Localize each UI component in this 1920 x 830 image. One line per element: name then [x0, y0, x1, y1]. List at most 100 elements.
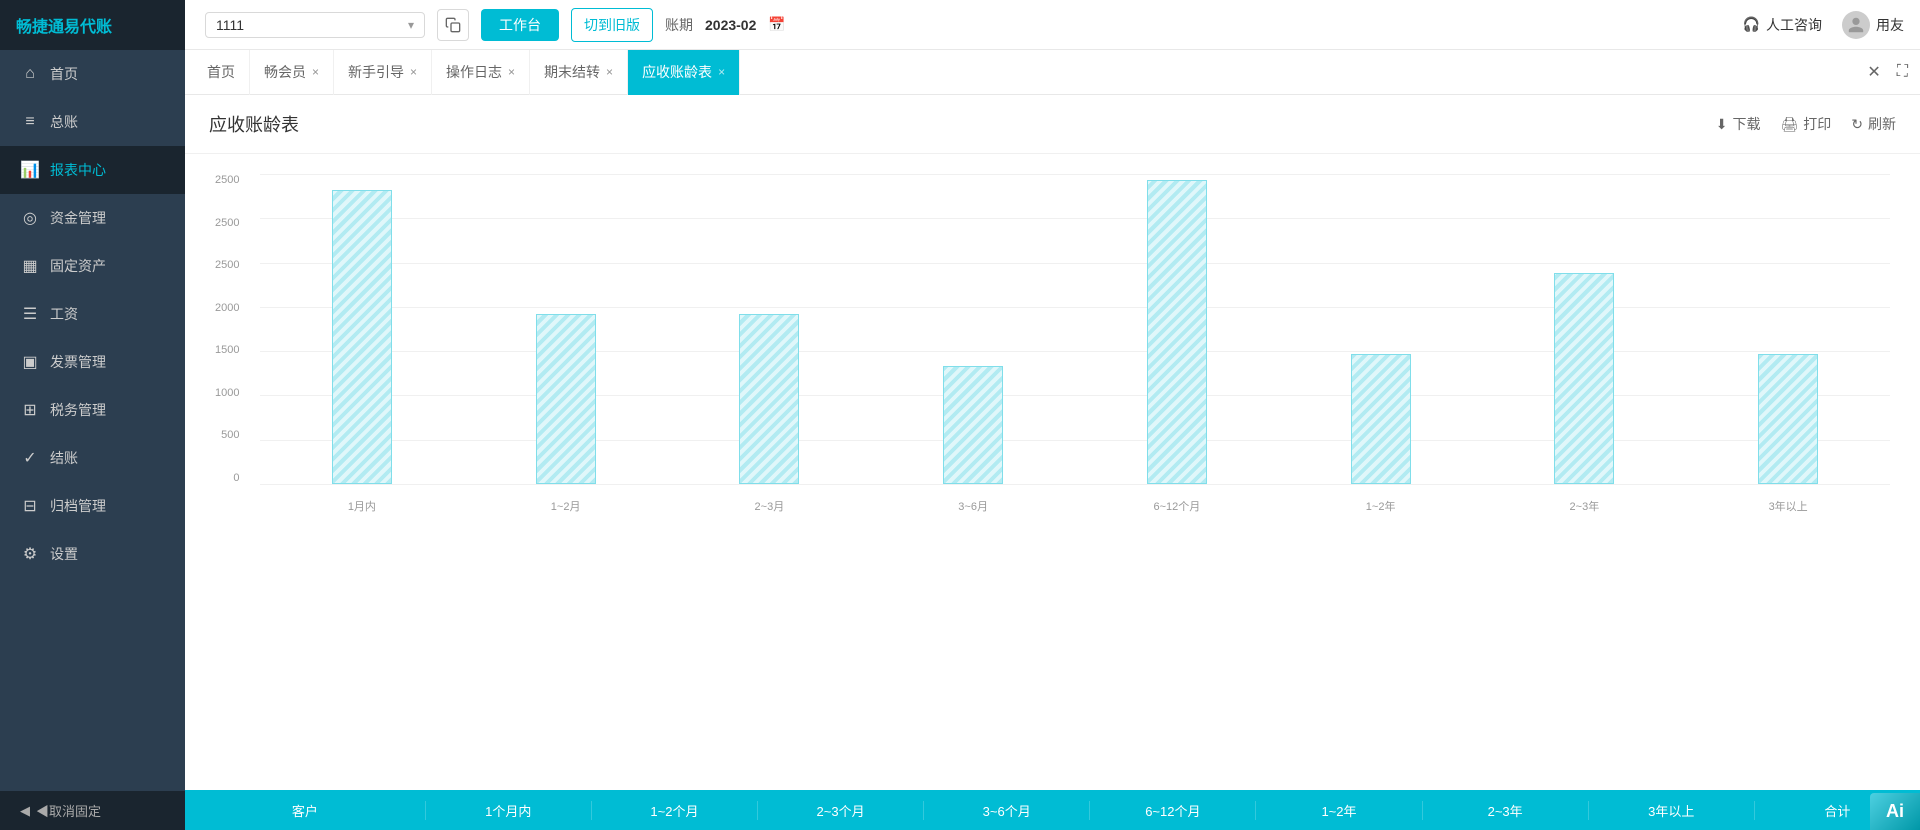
salary-icon: ☰ [20, 304, 40, 324]
y-label-2000: 2000 [215, 302, 239, 314]
bar-group-3[interactable] [871, 174, 1075, 484]
x-label-2: 2~3月 [668, 494, 872, 514]
tab-aging[interactable]: 应收账龄表 × [628, 50, 740, 95]
content-area: 首页畅会员×新手引导×操作日志×期末结转×应收账龄表× ✕ ⛶ 应收账龄表 ⬇ … [185, 50, 1920, 830]
page-header: 应收账龄表 ⬇ 下载 🖨 打印 ↻ 刷新 [185, 95, 1920, 154]
tab-close-guide[interactable]: × [410, 65, 417, 79]
sidebar-item-assets[interactable]: ▦ 固定资产 [0, 242, 185, 290]
sidebar-item-funds[interactable]: ◎ 资金管理 [0, 194, 185, 242]
bar-group-5[interactable] [1279, 174, 1483, 484]
bar-group-7[interactable] [1686, 174, 1890, 484]
logo-text: 畅捷通易代账 [16, 13, 112, 37]
print-button[interactable]: 🖨 打印 [1780, 114, 1831, 134]
th-8: 3年以上 [1589, 801, 1755, 820]
bar-group-6[interactable] [1483, 174, 1687, 484]
y-label-2500a: 2500 [215, 174, 239, 186]
company-select[interactable]: 1111 ▾ [205, 12, 425, 38]
tab-close-period-closing[interactable]: × [606, 65, 613, 79]
home-icon: ⌂ [20, 65, 40, 83]
assets-icon: ▦ [20, 256, 40, 276]
sidebar-label-ledger: 总账 [50, 112, 78, 132]
archive-icon: ⊟ [20, 496, 40, 516]
sidebar-toggle[interactable]: ◀ ◀取消固定 [0, 791, 185, 830]
download-button[interactable]: ⬇ 下载 [1716, 114, 1761, 134]
bar-group-2[interactable] [668, 174, 872, 484]
sidebar-item-archive[interactable]: ⊟ 归档管理 [0, 482, 185, 530]
tab-label-guide: 新手引导 [348, 62, 404, 82]
calendar-icon[interactable]: 📅 [768, 16, 785, 33]
sidebar-label-invoice: 发票管理 [50, 352, 106, 372]
bar-7 [1758, 354, 1818, 484]
tab-close-member[interactable]: × [312, 65, 319, 79]
print-icon: 🖨 [1780, 116, 1798, 133]
user-info[interactable]: 用友 [1842, 11, 1904, 39]
x-label-3: 3~6月 [871, 494, 1075, 514]
refresh-label: 刷新 [1868, 114, 1896, 134]
th-1: 1个月内 [426, 801, 592, 820]
sidebar-item-salary[interactable]: ☰ 工资 [0, 290, 185, 338]
refresh-button[interactable]: ↻ 刷新 [1851, 114, 1896, 134]
bar-2 [739, 314, 799, 485]
x-label-5: 1~2年 [1279, 494, 1483, 514]
toggle-icon: ◀ [20, 803, 30, 819]
copy-icon-button[interactable] [437, 9, 469, 41]
sidebar-label-settings: 设置 [50, 544, 78, 564]
sidebar-item-tax[interactable]: ⊞ 税务管理 [0, 386, 185, 434]
tab-label-member: 畅会员 [264, 62, 306, 82]
sidebar-scroll: ⌂ 首页 ≡ 总账 📊 报表中心 ◎ 资金管理 ▦ 固定资产 ☰ 工资 ▣ 发票… [0, 50, 185, 791]
sidebar-item-ledger[interactable]: ≡ 总账 [0, 98, 185, 146]
tab-close-aging[interactable]: × [718, 65, 725, 79]
sidebar-item-closing[interactable]: ✓ 结账 [0, 434, 185, 482]
top-header: 畅捷通易代账 1111 ▾ 工作台 切到旧版 账期 2023-02 📅 🎧 人工… [0, 0, 1920, 50]
expand-tab-button[interactable]: ⛶ [1893, 59, 1912, 85]
refresh-icon: ↻ [1851, 116, 1863, 133]
sidebar-item-home[interactable]: ⌂ 首页 [0, 50, 185, 98]
bar-3 [943, 366, 1003, 484]
tax-icon: ⊞ [20, 400, 40, 420]
tab-home[interactable]: 首页 [193, 50, 250, 95]
sidebar-item-settings[interactable]: ⚙ 设置 [0, 530, 185, 578]
user-label: 用友 [1876, 15, 1904, 35]
period-label: 账期 [665, 15, 693, 35]
tab-label-oplog: 操作日志 [446, 62, 502, 82]
ai-badge[interactable]: Ai [1870, 793, 1920, 830]
reports-icon: 📊 [20, 160, 40, 180]
bars-area [260, 174, 1890, 484]
y-label-0: 0 [233, 472, 239, 484]
bar-group-4[interactable] [1075, 174, 1279, 484]
y-label-500: 500 [221, 429, 239, 441]
x-label-6: 2~3年 [1483, 494, 1687, 514]
funds-icon: ◎ [20, 208, 40, 228]
sidebar-label-funds: 资金管理 [50, 208, 106, 228]
bar-1 [536, 314, 596, 485]
sidebar-item-reports[interactable]: 📊 报表中心 [0, 146, 185, 194]
period-value: 2023-02 [705, 17, 756, 33]
tab-guide[interactable]: 新手引导 × [334, 50, 432, 95]
th-0: 客户 [185, 801, 426, 820]
switch-version-button[interactable]: 切到旧版 [571, 8, 653, 42]
download-icon: ⬇ [1716, 116, 1728, 133]
consult-button[interactable]: 🎧 人工咨询 [1743, 15, 1822, 35]
bar-group-0[interactable] [260, 174, 464, 484]
ledger-icon: ≡ [20, 113, 40, 131]
sidebar-item-invoice[interactable]: ▣ 发票管理 [0, 338, 185, 386]
sidebar: ⌂ 首页 ≡ 总账 📊 报表中心 ◎ 资金管理 ▦ 固定资产 ☰ 工资 ▣ 发票… [0, 50, 185, 830]
th-3: 2~3个月 [758, 801, 924, 820]
consult-label: 人工咨询 [1766, 15, 1822, 35]
tab-label-aging: 应收账龄表 [642, 62, 712, 82]
tab-close-oplog[interactable]: × [508, 65, 515, 79]
x-label-1: 1~2月 [464, 494, 668, 514]
tab-period-closing[interactable]: 期末结转× [530, 50, 628, 95]
close-all-tabs-button[interactable]: ✕ [1863, 58, 1884, 86]
tab-member[interactable]: 畅会员 × [250, 50, 334, 95]
bar-chart: 2500 2500 2500 2000 1500 1000 500 0 [215, 174, 1890, 514]
sidebar-label-salary: 工资 [50, 304, 78, 324]
th-5: 6~12个月 [1090, 801, 1256, 820]
th-2: 1~2个月 [592, 801, 758, 820]
bar-group-1[interactable] [464, 174, 668, 484]
x-axis: 1月内1~2月2~3月3~6月6~12个月1~2年2~3年3年以上 [260, 494, 1890, 514]
tab-oplog[interactable]: 操作日志 × [432, 50, 530, 95]
workbench-button[interactable]: 工作台 [481, 9, 559, 41]
grid-line [260, 484, 1890, 485]
bar-0 [332, 190, 392, 485]
